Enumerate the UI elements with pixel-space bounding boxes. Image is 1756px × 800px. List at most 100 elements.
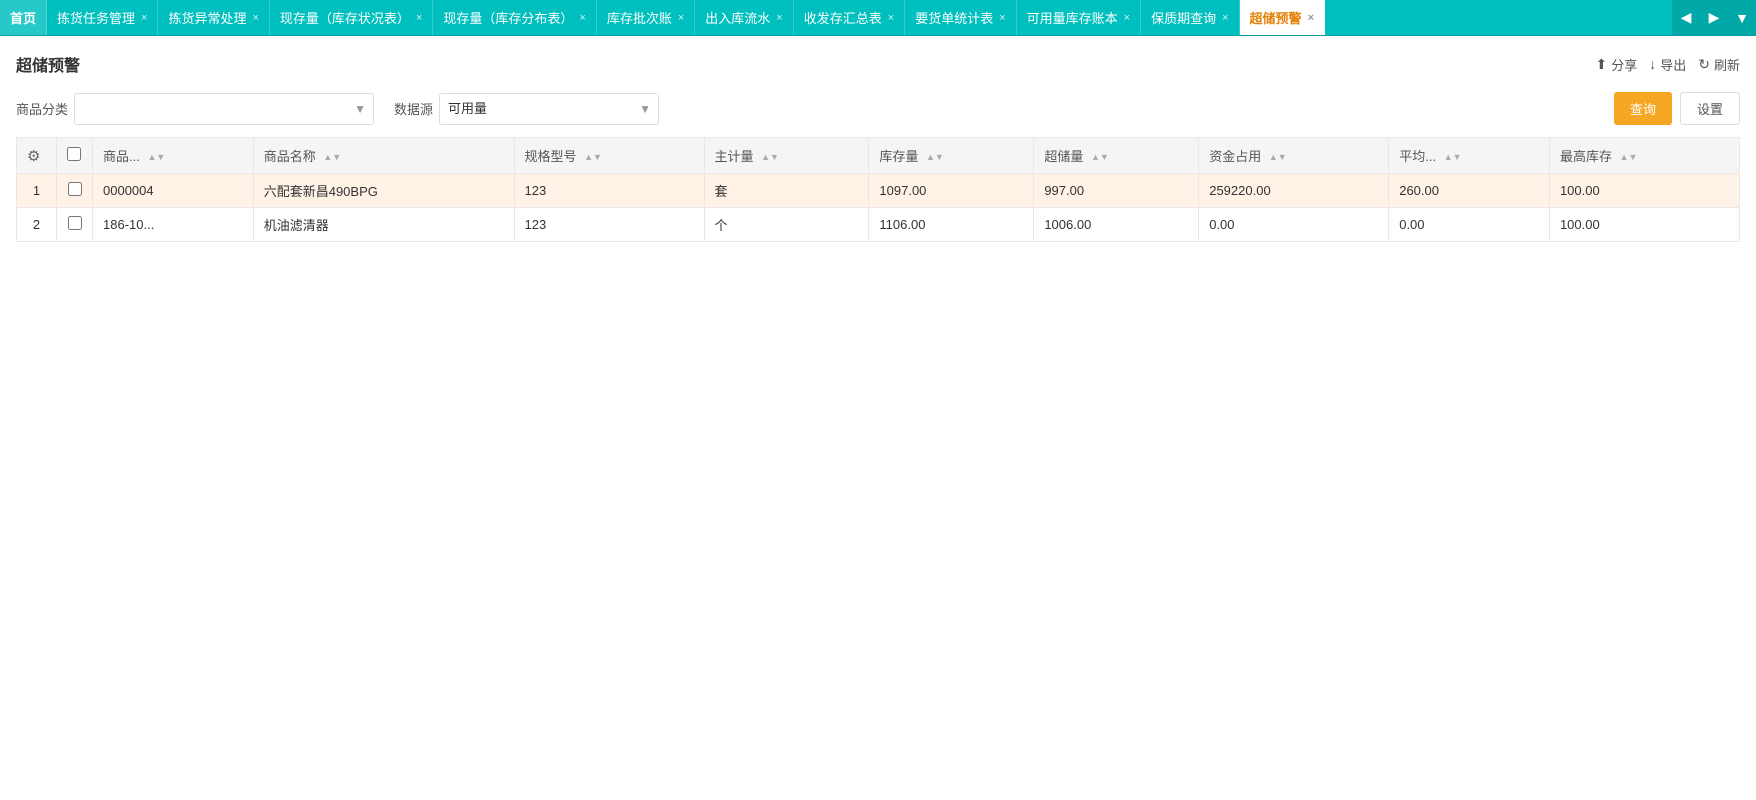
close-pick-exception[interactable]: ×: [252, 12, 258, 24]
row-2-checkbox[interactable]: [68, 216, 82, 230]
refresh-button[interactable]: ↻ 刷新: [1698, 55, 1740, 74]
th-spec-label: 规格型号: [525, 149, 577, 164]
datasource-label: 数据源: [394, 99, 433, 118]
nav-overstock[interactable]: 超储预警 ×: [1240, 0, 1325, 35]
close-stock-dist[interactable]: ×: [579, 12, 585, 24]
row-2-stock: 1106.00: [869, 208, 1034, 242]
th-checkbox: [57, 138, 93, 174]
refresh-icon: ↻: [1698, 56, 1710, 73]
nav-arrows: ◀ ▶ ▼: [1672, 0, 1756, 36]
nav-stock-dist[interactable]: 现存量（库存分布表） ×: [433, 0, 596, 35]
sort-max-stock-icon: ▲▼: [1620, 153, 1638, 162]
th-capital[interactable]: 资金占用 ▲▼: [1199, 138, 1389, 174]
th-unit[interactable]: 主计量 ▲▼: [704, 138, 869, 174]
datasource-select-wrapper: 可用量 库存量 ▼: [439, 93, 659, 125]
row-1-checkbox-cell: [57, 174, 93, 208]
row-1-num: 1: [17, 174, 57, 208]
datasource-select[interactable]: 可用量 库存量: [439, 93, 659, 125]
category-select-wrapper: ▼: [74, 93, 374, 125]
nav-arrow-left[interactable]: ◀: [1672, 0, 1700, 36]
row-1-name: 六配套新昌490BPG: [253, 174, 514, 208]
row-2-overstock: 1006.00: [1034, 208, 1199, 242]
row-2-capital: 0.00: [1199, 208, 1389, 242]
th-code[interactable]: 商品... ▲▼: [93, 138, 254, 174]
category-label: 商品分类: [16, 99, 68, 118]
row-1-spec: 123: [514, 174, 704, 208]
table-row: 1 0000004 六配套新昌490BPG 123 套 1097.00 997.…: [17, 174, 1740, 208]
nav-order-stats[interactable]: 要货单统计表 ×: [905, 0, 1016, 35]
export-icon: ↓: [1649, 56, 1656, 72]
row-1-overstock: 997.00: [1034, 174, 1199, 208]
category-select[interactable]: [74, 93, 374, 125]
export-button[interactable]: ↓ 导出: [1649, 55, 1686, 74]
th-avg-label: 平均...: [1399, 149, 1436, 164]
th-overstock[interactable]: 超储量 ▲▼: [1034, 138, 1199, 174]
th-name-label: 商品名称: [264, 149, 316, 164]
nav-batch-ledger[interactable]: 库存批次账 ×: [597, 0, 695, 35]
nav-inout-flow[interactable]: 出入库流水 ×: [695, 0, 793, 35]
nav-pick-exception[interactable]: 拣货异常处理 ×: [158, 0, 269, 35]
th-avg[interactable]: 平均... ▲▼: [1389, 138, 1550, 174]
close-overstock[interactable]: ×: [1308, 12, 1314, 24]
row-2-name: 机油滤清器: [253, 208, 514, 242]
th-spec[interactable]: 规格型号 ▲▼: [514, 138, 704, 174]
row-1-capital: 259220.00: [1199, 174, 1389, 208]
table-body: 1 0000004 六配套新昌490BPG 123 套 1097.00 997.…: [17, 174, 1740, 242]
table-header: ⚙ 商品... ▲▼ 商品名称 ▲▼ 规格型号 ▲▼ 主计: [17, 138, 1740, 174]
row-2-spec: 123: [514, 208, 704, 242]
select-all-checkbox[interactable]: [67, 147, 81, 161]
settings-gear-icon[interactable]: ⚙: [27, 148, 40, 165]
nav-pick-task[interactable]: 拣货任务管理 ×: [47, 0, 158, 35]
nav-home[interactable]: 首页: [0, 0, 47, 35]
nav-expiry[interactable]: 保质期查询 ×: [1141, 0, 1239, 35]
sort-spec-icon: ▲▼: [584, 153, 602, 162]
row-2-max-stock: 100.00: [1549, 208, 1739, 242]
th-settings: ⚙: [17, 138, 57, 174]
nav-stock-status[interactable]: 现存量（库存状况表） ×: [270, 0, 433, 35]
close-inout-flow[interactable]: ×: [776, 12, 782, 24]
row-2-avg: 0.00: [1389, 208, 1550, 242]
page-title: 超储预警: [16, 52, 80, 76]
th-stock[interactable]: 库存量 ▲▼: [869, 138, 1034, 174]
share-button[interactable]: ⬆ 分享: [1595, 55, 1637, 74]
close-order-stats[interactable]: ×: [999, 12, 1005, 24]
page-header: 超储预警 ⬆ 分享 ↓ 导出 ↻ 刷新: [16, 52, 1740, 76]
datasource-filter-group: 数据源 可用量 库存量 ▼: [394, 93, 659, 125]
close-pick-task[interactable]: ×: [141, 12, 147, 24]
row-1-checkbox[interactable]: [68, 182, 82, 196]
row-2-checkbox-cell: [57, 208, 93, 242]
filter-row: 商品分类 ▼ 数据源 可用量 库存量 ▼ 查询 设置: [16, 92, 1740, 125]
th-max-stock[interactable]: 最高库存 ▲▼: [1549, 138, 1739, 174]
sort-capital-icon: ▲▼: [1269, 153, 1287, 162]
close-stock-status[interactable]: ×: [416, 12, 422, 24]
row-1-stock: 1097.00: [869, 174, 1034, 208]
close-expiry[interactable]: ×: [1222, 12, 1228, 24]
sort-stock-icon: ▲▼: [926, 153, 944, 162]
nav-summary[interactable]: 收发存汇总表 ×: [794, 0, 905, 35]
row-1-unit: 套: [704, 174, 869, 208]
nav-arrow-right[interactable]: ▶: [1700, 0, 1728, 36]
top-nav: 首页 拣货任务管理 × 拣货异常处理 × 现存量（库存状况表） × 现存量（库存…: [0, 0, 1756, 36]
data-table: ⚙ 商品... ▲▼ 商品名称 ▲▼ 规格型号 ▲▼ 主计: [16, 137, 1740, 242]
th-max-stock-label: 最高库存: [1560, 149, 1612, 164]
row-1-max-stock: 100.00: [1549, 174, 1739, 208]
row-2-code: 186-10...: [93, 208, 254, 242]
nav-available-ledger[interactable]: 可用量库存账本 ×: [1017, 0, 1141, 35]
close-batch-ledger[interactable]: ×: [678, 12, 684, 24]
close-summary[interactable]: ×: [888, 12, 894, 24]
query-button[interactable]: 查询: [1614, 92, 1672, 125]
th-unit-label: 主计量: [715, 149, 754, 164]
settings-button[interactable]: 设置: [1680, 92, 1740, 125]
sort-unit-icon: ▲▼: [761, 153, 779, 162]
th-overstock-label: 超储量: [1044, 149, 1083, 164]
page-content: 超储预警 ⬆ 分享 ↓ 导出 ↻ 刷新 商品分类 ▼: [0, 36, 1756, 800]
row-1-code: 0000004: [93, 174, 254, 208]
nav-arrow-more[interactable]: ▼: [1728, 0, 1756, 36]
close-available-ledger[interactable]: ×: [1124, 12, 1130, 24]
th-stock-label: 库存量: [879, 149, 918, 164]
row-2-unit: 个: [704, 208, 869, 242]
th-name[interactable]: 商品名称 ▲▼: [253, 138, 514, 174]
sort-overstock-icon: ▲▼: [1091, 153, 1109, 162]
sort-name-icon: ▲▼: [323, 153, 341, 162]
row-2-num: 2: [17, 208, 57, 242]
